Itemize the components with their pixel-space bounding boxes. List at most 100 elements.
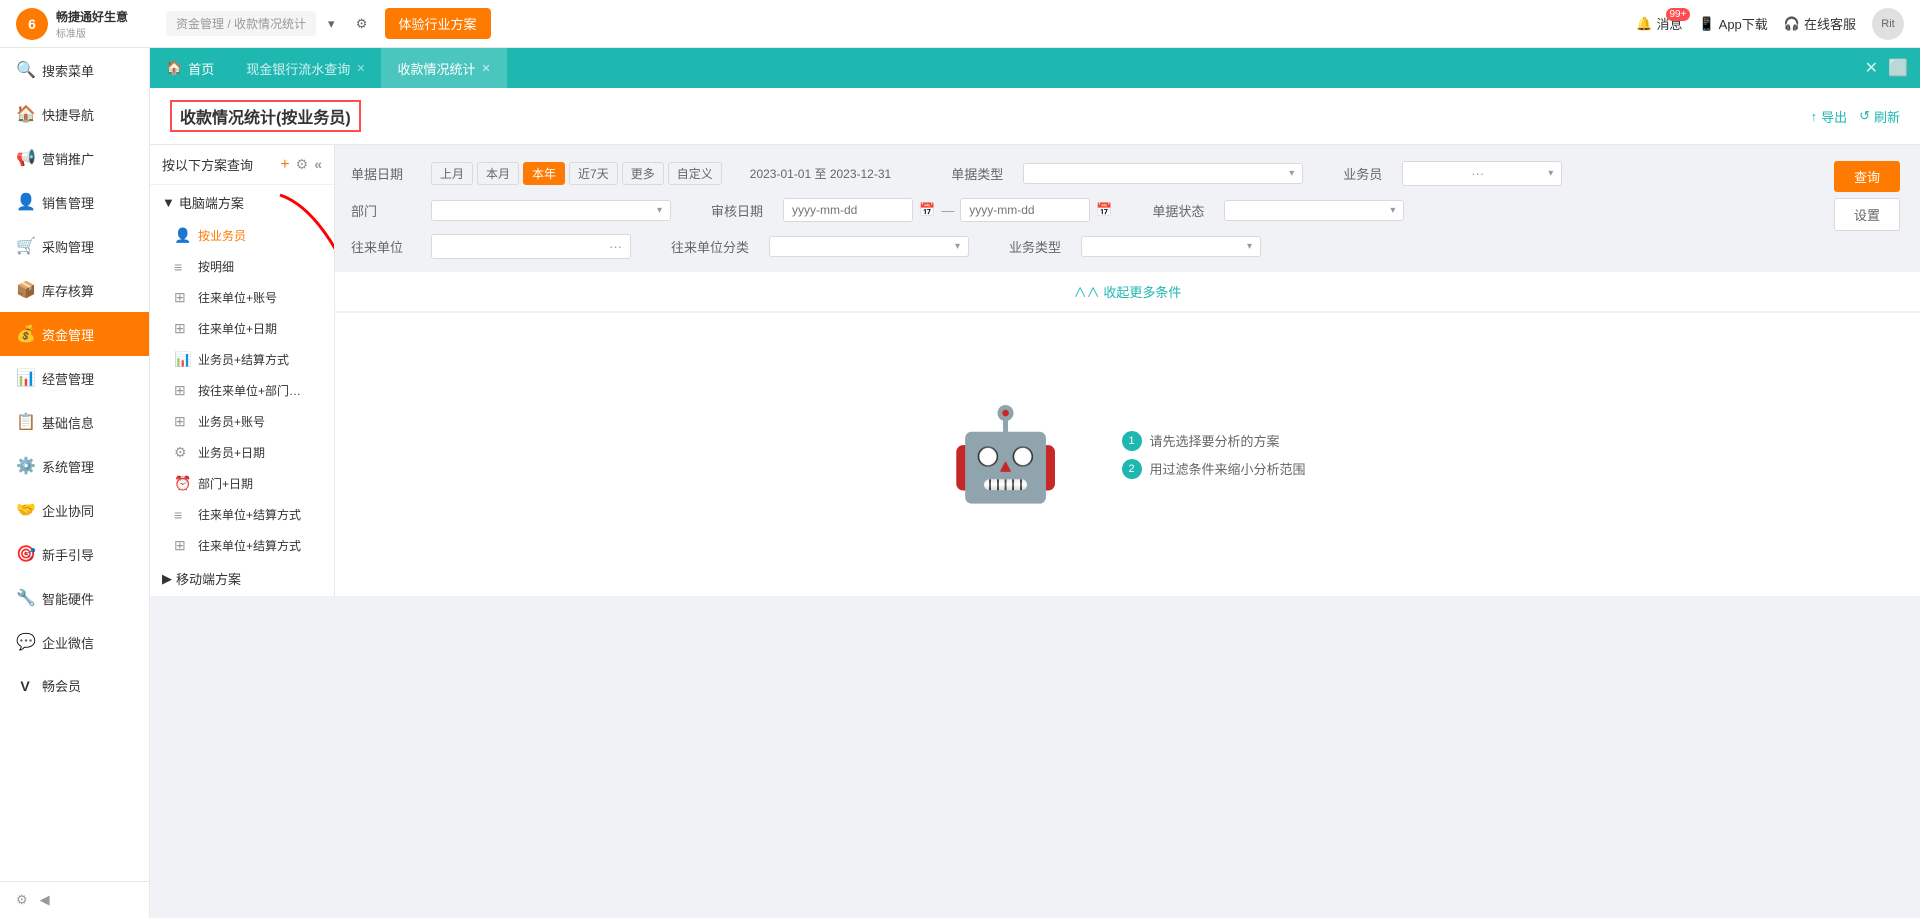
setting-button[interactable]: 设置 — [1834, 198, 1900, 231]
basic-info-icon: 📋 — [16, 412, 34, 432]
scheme-item-salesperson[interactable]: 👤 按业务员 — [150, 220, 334, 251]
doc-status-select[interactable]: ▾ — [1224, 200, 1404, 221]
tab-close-all-btn[interactable]: ✕ — [1865, 58, 1878, 78]
counterpart-category-select[interactable]: ▾ — [769, 236, 969, 257]
tab-bank-flow-close[interactable]: ✕ — [356, 62, 365, 75]
ellipsis-btn[interactable]: ··· — [1471, 166, 1484, 181]
scheme-item-unit-payment-1[interactable]: ≡ 往来单位+结算方式 — [150, 499, 334, 530]
sidebar-item-finance[interactable]: 💰 资金管理 — [0, 312, 149, 356]
date-shortcut-this-month[interactable]: 本月 — [477, 162, 519, 185]
sidebar-item-smart-hw[interactable]: 🔧 智能硬件 — [0, 576, 149, 620]
sidebar-item-inventory[interactable]: 📦 库存核算 — [0, 268, 149, 312]
scheme-setting-btn[interactable]: ⚙ — [296, 156, 309, 174]
scheme-item-unit-account[interactable]: ⊞ 往来单位+账号 — [150, 282, 334, 313]
list-icon: ≡ — [174, 259, 190, 275]
scheme-actions: + ⚙ « — [280, 156, 322, 174]
trial-button[interactable]: 体验行业方案 — [385, 8, 491, 39]
tab-collection-stat-close[interactable]: ✕ — [481, 62, 490, 75]
doc-type-select[interactable]: ▾ — [1023, 163, 1303, 184]
refresh-button[interactable]: ↺ 刷新 — [1859, 107, 1900, 126]
logo-area: 6 畅捷通好生意 标准版 — [16, 8, 166, 40]
audit-date-start[interactable] — [783, 198, 913, 222]
salesperson-select[interactable]: ··· ▾ — [1402, 161, 1562, 186]
user-avatar[interactable]: Rit — [1872, 8, 1904, 40]
date-shortcut-last-month[interactable]: 上月 — [431, 162, 473, 185]
scheme-item-salesperson-account[interactable]: ⊞ 业务员+账号 — [150, 406, 334, 437]
header-right: 🔔 消息 99+ 📱 App下载 🎧 在线客服 Rit — [1636, 8, 1904, 40]
collapse-icon: ∧∧ — [1074, 285, 1100, 300]
scheme-item-salesperson-payment[interactable]: 📊 业务员+结算方式 — [150, 344, 334, 375]
app-logo-icon: 6 — [16, 8, 48, 40]
scheme-item-unit-date[interactable]: ⊞ 往来单位+日期 — [150, 313, 334, 344]
scheme-item-dept-date[interactable]: ⏰ 部门+日期 — [150, 468, 334, 499]
scheme-group-mobile-label: 移动端方案 — [176, 569, 241, 588]
scheme-group-desktop-header[interactable]: ▼ 电脑端方案 — [150, 185, 334, 220]
logo-text-area: 畅捷通好生意 标准版 — [56, 8, 128, 40]
audit-date-end[interactable] — [960, 198, 1090, 222]
smart-hw-icon: 🔧 — [16, 588, 34, 608]
counterpart-dots-btn[interactable]: ··· — [609, 239, 622, 254]
scheme-add-btn[interactable]: + — [280, 156, 289, 174]
audit-date-label: 审核日期 — [711, 201, 763, 220]
doc-type-label: 单据类型 — [951, 164, 1003, 183]
date-shortcut-7days[interactable]: 近7天 — [569, 162, 618, 185]
sidebar-item-member[interactable]: V 畅会员 — [0, 664, 149, 707]
calendar-icon-1[interactable]: 📅 — [919, 202, 935, 218]
bell-icon: 🔔 — [1636, 16, 1652, 32]
sidebar-item-operations[interactable]: 📊 经营管理 — [0, 356, 149, 400]
biz-type-label: 业务类型 — [1009, 237, 1061, 256]
biz-type-select[interactable]: ▾ — [1081, 236, 1261, 257]
export-button[interactable]: ↑ 导出 — [1811, 107, 1848, 126]
header-gear-btn[interactable]: ⚙ — [347, 9, 377, 39]
tab-home[interactable]: 🏠 首页 — [150, 48, 230, 88]
app-download-btn[interactable]: 📱 App下载 — [1698, 14, 1767, 33]
sidebar-item-cooperation[interactable]: 🤝 企业协同 — [0, 488, 149, 532]
sidebar-collapse-icon[interactable]: ◀ — [40, 892, 50, 908]
scheme-item-unit-payment-2[interactable]: ⊞ 往来单位+结算方式 — [150, 530, 334, 561]
dept-select[interactable]: ▾ — [431, 200, 671, 221]
sidebar-item-purchase[interactable]: 🛒 采购管理 — [0, 224, 149, 268]
sidebar: 🔍 搜索菜单 🏠 快捷导航 📢 营销推广 👤 销售管理 🛒 采购管理 📦 库存核… — [0, 48, 150, 918]
online-service-btn[interactable]: 🎧 在线客服 — [1784, 14, 1856, 33]
sidebar-settings-icon[interactable]: ⚙ — [16, 892, 28, 908]
scheme-item-unit-dept-label: 按往来单位+部门+收... — [198, 382, 308, 399]
scheme-item-unit-dept-collect[interactable]: ⊞ 按往来单位+部门+收... — [150, 375, 334, 406]
sidebar-item-marketing[interactable]: 📢 营销推广 — [0, 136, 149, 180]
filter-row-date: 单据日期 上月 本月 本年 近7天 更多 自定义 2023-01-01 至 20… — [351, 161, 1818, 186]
table-icon-5: ⊞ — [174, 537, 190, 554]
sidebar-item-basic-info[interactable]: 📋 基础信息 — [0, 400, 149, 444]
tab-expand-btn[interactable]: ⬜ — [1888, 58, 1908, 78]
finance-icon: 💰 — [16, 324, 34, 344]
app-badge: 标准版 — [56, 25, 128, 40]
calendar-icon-2[interactable]: 📅 — [1096, 202, 1112, 218]
collapse-more-btn[interactable]: ∧∧ 收起更多条件 — [335, 271, 1920, 311]
date-range-display: 2023-01-01 至 2023-12-31 — [750, 165, 891, 182]
page-title: 收款情况统计(按业务员) — [170, 100, 361, 132]
audit-date-group: 📅 — 📅 — [783, 198, 1112, 222]
sidebar-item-label: 智能硬件 — [42, 589, 94, 608]
date-shortcut-custom[interactable]: 自定义 — [668, 162, 722, 185]
tab-bank-flow[interactable]: 现金银行流水查询 ✕ — [230, 48, 381, 88]
sidebar-item-guide[interactable]: 🎯 新手引导 — [0, 532, 149, 576]
notification-area[interactable]: 🔔 消息 99+ — [1636, 14, 1682, 33]
sidebar-item-system[interactable]: ⚙️ 系统管理 — [0, 444, 149, 488]
tab-collection-stat[interactable]: 收款情况统计 ✕ — [381, 48, 506, 88]
header-dropdown-btn[interactable]: ▾ — [324, 12, 339, 36]
counterpart-select[interactable]: ··· — [431, 234, 631, 259]
sidebar-item-sales[interactable]: 👤 销售管理 — [0, 180, 149, 224]
sidebar-item-quick-nav[interactable]: 🏠 快捷导航 — [0, 92, 149, 136]
sidebar-item-search-menu[interactable]: 🔍 搜索菜单 — [0, 48, 149, 92]
query-button[interactable]: 查询 — [1834, 161, 1900, 192]
sidebar-item-label: 营销推广 — [42, 149, 94, 168]
date-shortcut-this-year[interactable]: 本年 — [523, 162, 565, 185]
app-name: 畅捷通好生意 — [56, 8, 128, 25]
scheme-item-detail[interactable]: ≡ 按明细 — [150, 251, 334, 282]
scheme-group-mobile-header[interactable]: ▶ 移动端方案 — [150, 561, 334, 596]
sidebar-item-label: 畅会员 — [42, 676, 81, 695]
scheme-item-unit-account-label: 往来单位+账号 — [198, 289, 277, 306]
scheme-item-salesperson-date[interactable]: ⚙ 业务员+日期 — [150, 437, 334, 468]
sidebar-item-wechat[interactable]: 💬 企业微信 — [0, 620, 149, 664]
sidebar-item-label: 快捷导航 — [42, 105, 94, 124]
date-shortcut-more[interactable]: 更多 — [622, 162, 664, 185]
scheme-collapse-btn[interactable]: « — [314, 156, 322, 174]
